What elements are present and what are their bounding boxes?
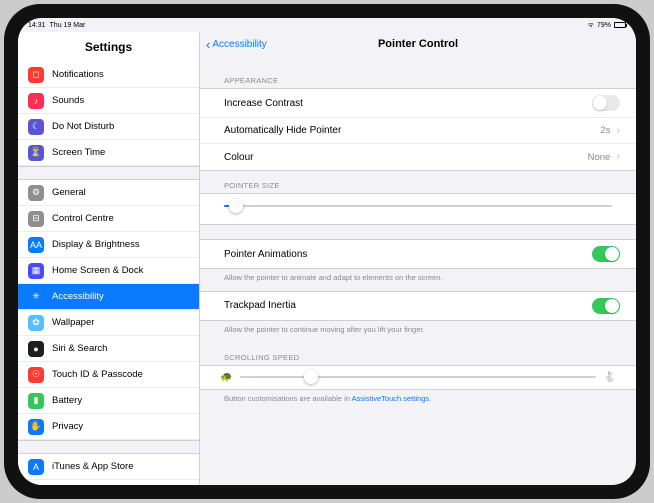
section-label-scrolling-speed: SCROLLING SPEED <box>200 343 636 365</box>
sidebar-item-itunes-app-store[interactable]: AiTunes & App Store <box>18 454 199 480</box>
sidebar-item-label: Privacy <box>52 421 83 432</box>
row-label: Pointer Animations <box>224 249 307 260</box>
sidebar-item-display-brightness[interactable]: AA Display & Brightness <box>18 232 199 258</box>
app-icon: ⚙︎ <box>28 185 44 201</box>
row-label: Automatically Hide Pointer <box>224 125 341 136</box>
chevron-right-icon: › <box>616 151 620 163</box>
sidebar-item-label: Battery <box>52 395 82 406</box>
sidebar-item-wallet-apple-pay[interactable]: ▭Wallet & Apple Pay <box>18 480 199 485</box>
sidebar-item-label: Home Screen & Dock <box>52 265 143 276</box>
sidebar-item-do-not-disturb[interactable]: ☾ Do Not Disturb <box>18 114 199 140</box>
main-header: ‹ Accessibility Pointer Control <box>200 32 636 56</box>
sidebar-item-control-centre[interactable]: ⊟ Control Centre <box>18 206 199 232</box>
sidebar: Settings ◻︎ Notifications ♪ Sounds ☾ Do Not D… <box>18 32 200 485</box>
app-icon: ● <box>28 341 44 357</box>
app-icon: ✳︎ <box>28 289 44 305</box>
app-icon: ✋ <box>28 419 44 435</box>
chevron-right-icon: › <box>616 125 620 137</box>
sidebar-item-privacy[interactable]: ✋ Privacy <box>18 414 199 440</box>
row-label: Colour <box>224 152 253 163</box>
assistivetouch-link[interactable]: AssistiveTouch settings <box>352 394 430 403</box>
sidebar-item-home-screen-dock[interactable]: ▦ Home Screen & Dock <box>18 258 199 284</box>
app-icon: AA <box>28 237 44 253</box>
sidebar-groups: ◻︎ Notifications ♪ Sounds ☾ Do Not Disturb ⏳ Sc… <box>18 62 199 485</box>
app-icon: ▮ <box>28 393 44 409</box>
sidebar-item-label: Display & Brightness <box>52 239 140 250</box>
slider-thumb[interactable] <box>304 370 318 384</box>
app-icon: ▦ <box>28 263 44 279</box>
row-auto-hide-pointer[interactable]: Automatically Hide Pointer 2s › <box>200 118 636 144</box>
screen: 14:31 Thu 19 Mar ᯤ 79% Settings ◻︎ Notifi… <box>18 18 636 485</box>
app-icon: ☾ <box>28 119 44 135</box>
row-increase-contrast[interactable]: Increase Contrast <box>200 89 636 118</box>
row-value: 2s <box>600 125 610 136</box>
wifi-icon: ᯤ <box>588 21 594 30</box>
slider-scrolling-speed[interactable]: 🐢 🐇 <box>200 365 636 390</box>
page-title: Pointer Control <box>378 38 458 50</box>
sidebar-item-general[interactable]: ⚙︎ General <box>18 180 199 206</box>
back-label: Accessibility <box>212 39 266 50</box>
hare-icon: 🐇 <box>604 372 616 383</box>
row-colour[interactable]: Colour None › <box>200 144 636 170</box>
section-label-appearance: APPEARANCE <box>200 66 636 88</box>
footer-trackpad-inertia: Allow the pointer to continue moving aft… <box>200 321 636 343</box>
back-button[interactable]: ‹ Accessibility <box>206 38 267 51</box>
row-value: None <box>588 152 611 163</box>
status-time: 14:31 <box>28 22 46 29</box>
sidebar-item-label: Siri & Search <box>52 343 107 354</box>
chevron-left-icon: ‹ <box>206 38 210 51</box>
row-pointer-animations[interactable]: Pointer Animations <box>200 240 636 268</box>
sidebar-item-label: Touch ID & Passcode <box>52 369 143 380</box>
sidebar-item-sounds[interactable]: ♪ Sounds <box>18 88 199 114</box>
toggle-pointer-animations[interactable] <box>592 246 620 262</box>
slider-pointer-size[interactable] <box>200 193 636 225</box>
tortoise-icon: 🐢 <box>220 372 232 383</box>
row-label: Increase Contrast <box>224 98 303 109</box>
sidebar-item-screen-time[interactable]: ⏳ Screen Time <box>18 140 199 166</box>
toggle-trackpad-inertia[interactable] <box>592 298 620 314</box>
app-icon: ⊟ <box>28 211 44 227</box>
app-icon: ◻︎ <box>28 67 44 83</box>
status-bar: 14:31 Thu 19 Mar ᯤ 79% <box>18 18 636 32</box>
app-icon: ♪ <box>28 93 44 109</box>
toggle-increase-contrast[interactable] <box>592 95 620 111</box>
app-icon: ☉ <box>28 367 44 383</box>
sidebar-item-wallpaper[interactable]: ✿ Wallpaper <box>18 310 199 336</box>
sidebar-item-label: Sounds <box>52 95 84 106</box>
slider-thumb[interactable] <box>229 199 243 213</box>
sidebar-item-label: Accessibility <box>52 291 104 302</box>
app-icon: ▭ <box>28 485 44 486</box>
sidebar-item-siri-search[interactable]: ● Siri & Search <box>18 336 199 362</box>
sidebar-item-touch-id-passcode[interactable]: ☉ Touch ID & Passcode <box>18 362 199 388</box>
sidebar-item-label: Screen Time <box>52 147 105 158</box>
row-label: Trackpad Inertia <box>224 300 296 311</box>
sidebar-item-label: Notifications <box>52 69 104 80</box>
sidebar-title: Settings <box>18 32 199 62</box>
battery-pct: 79% <box>597 22 611 29</box>
footer-assistivetouch: Button customisations are available in A… <box>200 390 636 412</box>
sidebar-item-accessibility[interactable]: ✳︎ Accessibility <box>18 284 199 310</box>
sidebar-item-label: Do Not Disturb <box>52 121 114 132</box>
section-label-pointer-size: POINTER SIZE <box>200 171 636 193</box>
app-icon: A <box>28 459 44 475</box>
status-date: Thu 19 Mar <box>50 22 86 29</box>
row-trackpad-inertia[interactable]: Trackpad Inertia <box>200 292 636 320</box>
sidebar-item-label: Wallpaper <box>52 317 94 328</box>
sidebar-item-notifications[interactable]: ◻︎ Notifications <box>18 62 199 88</box>
main-panel: ‹ Accessibility Pointer Control APPEARAN… <box>200 32 636 485</box>
device-frame: 14:31 Thu 19 Mar ᯤ 79% Settings ◻︎ Notifi… <box>4 4 650 499</box>
footer-pointer-animations: Allow the pointer to animate and adapt t… <box>200 269 636 291</box>
sidebar-item-label: Control Centre <box>52 213 114 224</box>
app-icon: ⏳ <box>28 145 44 161</box>
app-icon: ✿ <box>28 315 44 331</box>
sidebar-item-label: General <box>52 187 86 198</box>
sidebar-item-battery[interactable]: ▮ Battery <box>18 388 199 414</box>
sidebar-item-label: iTunes & App Store <box>52 461 134 472</box>
battery-icon <box>614 22 626 28</box>
